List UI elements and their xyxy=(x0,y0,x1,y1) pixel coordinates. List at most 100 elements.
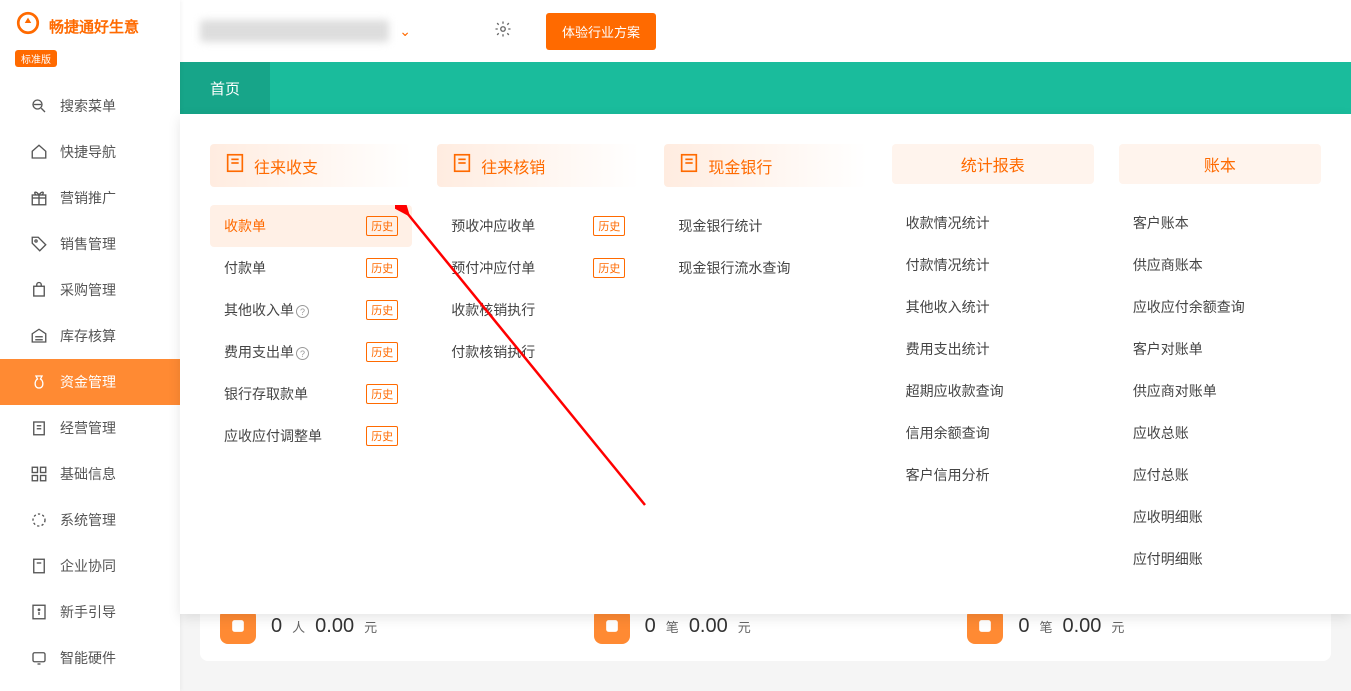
sidebar-item-label: 销售管理 xyxy=(60,234,116,254)
menu-item-label: 现金银行统计 xyxy=(678,216,762,236)
stat-amount: 0.00 xyxy=(689,615,728,638)
tab-home[interactable]: 首页 xyxy=(180,62,270,115)
history-tag[interactable]: 历史 xyxy=(593,216,625,236)
menu-item-label: 费用支出单? xyxy=(224,342,309,362)
menu-item-customer-credit-analysis[interactable]: 客户信用分析 xyxy=(892,454,1094,496)
menu-item-label: 应付总账 xyxy=(1133,465,1189,485)
brand-logo-icon xyxy=(15,10,41,43)
sidebar-item-system[interactable]: 系统管理 xyxy=(0,497,180,543)
sidebar-item-finance[interactable]: 资金管理 xyxy=(0,359,180,405)
sidebar-item-purchase[interactable]: 采购管理 xyxy=(0,267,180,313)
edition-badge: 标准版 xyxy=(15,50,57,67)
col-header-reports: 统计报表 xyxy=(892,144,1094,184)
menu-item-supplier-ledger[interactable]: 供应商账本 xyxy=(1119,244,1321,286)
history-tag[interactable]: 历史 xyxy=(593,258,625,278)
menu-item-bank-transfer[interactable]: 银行存取款单 历史 xyxy=(210,373,412,415)
history-tag[interactable]: 历史 xyxy=(366,426,398,446)
menu-item-prepay-offset[interactable]: 预付冲应付单 历史 xyxy=(437,247,639,289)
help-icon[interactable]: ? xyxy=(296,305,309,318)
menu-item-receipt-stats[interactable]: 收款情况统计 xyxy=(892,202,1094,244)
menu-item-customer-statement[interactable]: 客户对账单 xyxy=(1119,328,1321,370)
menu-item-receipt[interactable]: 收款单 历史 xyxy=(210,205,412,247)
stat-currency: 元 xyxy=(738,617,751,636)
history-tag[interactable]: 历史 xyxy=(366,300,398,320)
company-selector[interactable]: ██████████ ⌄ xyxy=(200,20,470,42)
sidebar-item-search[interactable]: 搜索菜单 xyxy=(0,83,180,129)
menu-item-ar-ap-balance[interactable]: 应收应付余额查询 xyxy=(1119,286,1321,328)
menu-item-label: 客户对账单 xyxy=(1133,339,1203,359)
sidebar-item-base[interactable]: 基础信息 xyxy=(0,451,180,497)
doc-icon xyxy=(451,152,473,179)
sidebar-menu: 搜索菜单 快捷导航 营销推广 销售管理 采购管理 库存核算 资金管理 经营管理 xyxy=(0,83,180,681)
menu-col-verification: 往来核销 预收冲应收单 历史 预付冲应付单 历史 收款核销执行 付款核销执行 xyxy=(437,144,639,584)
sidebar-item-collab[interactable]: 企业协同 xyxy=(0,543,180,589)
menu-item-ap-general[interactable]: 应付总账 xyxy=(1119,454,1321,496)
stat-value: 0 xyxy=(645,615,656,638)
help-icon[interactable]: ? xyxy=(296,347,309,360)
menu-item-ap-detail[interactable]: 应付明细账 xyxy=(1119,538,1321,580)
menu-item-label: 现金银行流水查询 xyxy=(678,258,790,278)
menu-item-adjust[interactable]: 应收应付调整单 历史 xyxy=(210,415,412,457)
sidebar-item-label: 营销推广 xyxy=(60,188,116,208)
sidebar-item-marketing[interactable]: 营销推广 xyxy=(0,175,180,221)
sidebar-item-inventory[interactable]: 库存核算 xyxy=(0,313,180,359)
history-tag[interactable]: 历史 xyxy=(366,258,398,278)
sidebar-item-hardware[interactable]: 智能硬件 xyxy=(0,635,180,681)
warehouse-icon xyxy=(30,327,48,345)
menu-item-cash-bank-flow[interactable]: 现金银行流水查询 xyxy=(664,247,866,289)
settings-button[interactable] xyxy=(490,18,516,44)
doc-icon xyxy=(678,152,700,179)
menu-item-payment-stats[interactable]: 付款情况统计 xyxy=(892,244,1094,286)
menu-item-other-income-stats[interactable]: 其他收入统计 xyxy=(892,286,1094,328)
history-tag[interactable]: 历史 xyxy=(366,384,398,404)
menu-item-label: 费用支出统计 xyxy=(906,339,990,359)
sidebar-item-label: 企业协同 xyxy=(60,556,116,576)
stat-unit: 笔 xyxy=(666,617,679,636)
menu-item-label: 付款核销执行 xyxy=(451,342,535,362)
logo-area: 畅捷通好生意 xyxy=(0,0,180,48)
menu-item-ar-detail[interactable]: 应收明细账 xyxy=(1119,496,1321,538)
home-icon xyxy=(30,143,48,161)
sidebar-item-label: 快捷导航 xyxy=(60,142,116,162)
menu-col-cash-bank: 现金银行 现金银行统计 现金银行流水查询 xyxy=(664,144,866,584)
industry-plan-button[interactable]: 体验行业方案 xyxy=(546,13,656,50)
menu-item-other-income[interactable]: 其他收入单? 历史 xyxy=(210,289,412,331)
sidebar-item-label: 经营管理 xyxy=(60,418,116,438)
menu-item-supplier-statement[interactable]: 供应商对账单 xyxy=(1119,370,1321,412)
menu-item-expense-stats[interactable]: 费用支出统计 xyxy=(892,328,1094,370)
menu-item-cash-bank-stats[interactable]: 现金银行统计 xyxy=(664,205,866,247)
sidebar-item-sales[interactable]: 销售管理 xyxy=(0,221,180,267)
menu-item-credit-balance-query[interactable]: 信用余额查询 xyxy=(892,412,1094,454)
col-header-label: 往来核销 xyxy=(481,154,545,178)
menu-item-payment[interactable]: 付款单 历史 xyxy=(210,247,412,289)
menu-item-label: 付款单 xyxy=(224,258,266,278)
menu-item-customer-ledger[interactable]: 客户账本 xyxy=(1119,202,1321,244)
menu-item-receipt-verify-exec[interactable]: 收款核销执行 xyxy=(437,289,639,331)
history-tag[interactable]: 历史 xyxy=(366,342,398,362)
menu-item-overdue-query[interactable]: 超期应收款查询 xyxy=(892,370,1094,412)
menu-item-ar-general[interactable]: 应收总账 xyxy=(1119,412,1321,454)
menu-item-expense[interactable]: 费用支出单? 历史 xyxy=(210,331,412,373)
book-icon xyxy=(30,603,48,621)
stat-currency: 元 xyxy=(1111,617,1124,636)
sidebar-item-label: 搜索菜单 xyxy=(60,96,116,116)
menu-item-label: 超期应收款查询 xyxy=(906,381,1004,401)
menu-item-payment-verify-exec[interactable]: 付款核销执行 xyxy=(437,331,639,373)
sidebar-item-business[interactable]: 经营管理 xyxy=(0,405,180,451)
stat-amount: 0.00 xyxy=(1062,615,1101,638)
menu-item-prereceipt-offset[interactable]: 预收冲应收单 历史 xyxy=(437,205,639,247)
search-icon xyxy=(30,97,48,115)
col-header-verification: 往来核销 xyxy=(437,144,639,187)
money-bag-icon xyxy=(30,373,48,391)
sidebar: 畅捷通好生意 标准版 搜索菜单 快捷导航 营销推广 销售管理 采购管理 库存核算 xyxy=(0,0,180,691)
menu-item-label: 客户账本 xyxy=(1133,213,1189,233)
grid-icon xyxy=(30,465,48,483)
sidebar-item-label: 采购管理 xyxy=(60,280,116,300)
menu-col-transactions: 往来收支 收款单 历史 付款单 历史 其他收入单? 历史 费用支出单? 历史 银… xyxy=(210,144,412,584)
sidebar-item-guide[interactable]: 新手引导 xyxy=(0,589,180,635)
doc-icon xyxy=(224,152,246,179)
history-tag[interactable]: 历史 xyxy=(366,216,398,236)
menu-item-label: 应付明细账 xyxy=(1133,549,1203,569)
brand-name: 畅捷通好生意 xyxy=(49,16,139,37)
sidebar-item-quick[interactable]: 快捷导航 xyxy=(0,129,180,175)
